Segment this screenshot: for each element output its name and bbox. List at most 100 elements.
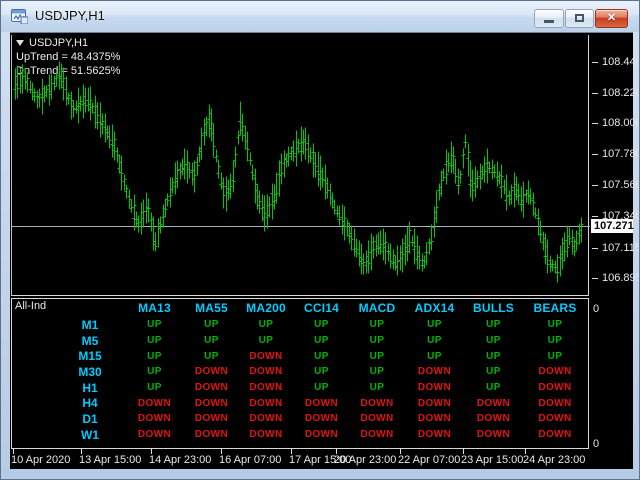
minimize-button[interactable] — [534, 9, 564, 28]
price-chart-pane[interactable]: USDJPY,H1 UpTrend = 48.4375% DnTrend = 5… — [11, 35, 590, 296]
time-scale[interactable]: 10 Apr 2020 13 Apr 15:00 14 Apr 23:00 16 Ap… — [10, 448, 633, 470]
indicator-column-header: CCI14 — [303, 301, 339, 315]
indicator-signal-cell: DOWN — [476, 429, 511, 441]
indicator-signal-cell: UP — [258, 319, 274, 331]
indicator-signal-cell: UP — [204, 350, 219, 362]
indicator-signal-cell: UP — [427, 335, 442, 347]
timeframe-label: M30 — [78, 364, 102, 379]
close-button[interactable]: ✕ — [595, 9, 628, 28]
indicator-signal-cell: UP — [369, 350, 385, 362]
indicator-signal-cell: DOWN — [194, 366, 229, 378]
indicator-signal-cell: UP — [147, 335, 162, 347]
time-axis-label: 16 Apr 07:00 — [219, 454, 282, 466]
current-price-label: 107.271 — [591, 219, 634, 233]
indicator-signal-cell: UP — [369, 335, 385, 347]
indicator-name-label: All-Ind — [15, 300, 47, 312]
price-bars-svg — [13, 61, 584, 283]
time-axis-label: 23 Apr 15:00 — [461, 454, 524, 466]
indicator-signal-cell: UP — [314, 366, 329, 378]
indicator-signal-cell: DOWN — [538, 429, 572, 441]
price-axis-tick — [592, 248, 598, 249]
indicator-signal-cell: DOWN — [417, 382, 452, 394]
indicator-column-header: MA13 — [138, 301, 171, 315]
titlebar[interactable]: USDJPY,H1 ✕ — [1, 1, 639, 32]
price-scale[interactable]: 108.440 108.220 108.000 107.780 107.560 107.3… — [590, 33, 639, 452]
indicator-signal-cell: DOWN — [249, 382, 283, 394]
price-axis-label: 108.000 — [602, 117, 640, 129]
indicator-table: MA13 MA55 MA200 CCI14 MACD ADX14 BULLS BEARS M1 U… — [12, 299, 588, 448]
price-axis-tick — [592, 216, 598, 217]
indicator-signal-cell: UP — [369, 366, 385, 378]
indicator-signal-cell: DOWN — [249, 429, 283, 441]
indicator-signal-cell: DOWN — [137, 397, 172, 409]
window-title: USDJPY,H1 — [35, 8, 105, 23]
indicator-column-header: MA200 — [246, 301, 286, 315]
indicator-signal-cell: DOWN — [249, 350, 283, 362]
price-axis-tick — [592, 185, 598, 186]
indicator-signal-cell: UP — [314, 335, 329, 347]
indicator-signal-cell: DOWN — [249, 366, 283, 378]
indicator-signal-cell: DOWN — [476, 397, 511, 409]
price-axis-tick — [592, 123, 598, 124]
indicator-signal-cell: DOWN — [538, 413, 572, 425]
time-axis-label: 14 Apr 23:00 — [149, 454, 212, 466]
indicator-signal-cell: UP — [547, 319, 563, 331]
indicator-column-header: BULLS — [473, 301, 514, 315]
indicator-pane[interactable]: All-Ind MA13 MA55 MA200 CCI14 MACD ADX14 BULLS… — [11, 298, 589, 449]
indicator-level-label: 0 — [593, 438, 600, 450]
indicator-column-header: BEARS — [533, 301, 577, 315]
indicator-signal-cell: DOWN — [137, 413, 172, 425]
indicator-signal-cell: UP — [258, 335, 274, 347]
indicator-signal-cell: DOWN — [417, 429, 452, 441]
indicator-signal-cell: DOWN — [137, 429, 172, 441]
indicator-signal-cell: DOWN — [249, 413, 283, 425]
indicator-signal-cell: UP — [369, 319, 385, 331]
indicator-signal-cell: UP — [427, 350, 442, 362]
timeframe-label: H1 — [82, 380, 98, 395]
price-axis-tick — [592, 62, 598, 63]
indicator-signal-cell: DOWN — [194, 429, 229, 441]
chart-client-area: USDJPY,H1 UpTrend = 48.4375% DnTrend = 5… — [10, 32, 639, 470]
indicator-signal-cell: DOWN — [304, 413, 339, 425]
indicator-signal-cell: DOWN — [476, 413, 511, 425]
indicator-column-header: MA55 — [195, 301, 228, 315]
indicator-signal-cell: UP — [147, 350, 162, 362]
price-axis-label: 106.895 — [602, 272, 640, 284]
indicator-signal-cell: DOWN — [304, 397, 339, 409]
indicator-signal-cell: DOWN — [360, 429, 394, 441]
timeframe-label: M5 — [81, 333, 99, 348]
price-axis-label: 107.560 — [602, 179, 640, 191]
price-axis-tick — [592, 154, 598, 155]
chart-window: USDJPY,H1 ✕ USDJPY,H1 UpTrend = 48.4375%… — [0, 0, 640, 480]
timeframe-label: H4 — [82, 396, 98, 411]
indicator-signal-cell: DOWN — [417, 413, 452, 425]
indicator-column-header: MACD — [358, 301, 396, 315]
indicator-signal-cell: UP — [204, 319, 219, 331]
indicator-signal-cell: UP — [369, 382, 385, 394]
restore-button[interactable] — [565, 9, 594, 28]
indicator-signal-cell: UP — [314, 319, 329, 331]
minimize-icon — [544, 20, 554, 23]
indicator-signal-cell: UP — [314, 350, 329, 362]
indicator-signal-cell: UP — [486, 350, 501, 362]
indicator-signal-cell: UP — [547, 335, 563, 347]
price-axis-tick — [592, 278, 598, 279]
indicator-signal-cell: UP — [147, 366, 162, 378]
indicator-signal-cell: UP — [147, 382, 162, 394]
indicator-signal-cell: UP — [486, 319, 501, 331]
timeframe-label: M1 — [81, 317, 99, 332]
indicator-signal-cell: UP — [486, 382, 501, 394]
indicator-signal-cell: UP — [486, 335, 501, 347]
indicator-signal-cell: DOWN — [194, 413, 229, 425]
time-axis-label: 10 Apr 2020 — [11, 454, 71, 466]
indicator-signal-cell: DOWN — [538, 382, 572, 394]
price-axis-label: 108.440 — [602, 56, 640, 68]
chart-window-icon — [11, 9, 29, 25]
indicator-signal-cell: DOWN — [249, 397, 283, 409]
indicator-signal-cell: DOWN — [304, 429, 339, 441]
price-axis-label: 107.115 — [602, 242, 640, 254]
price-axis-label: 108.220 — [602, 87, 640, 99]
indicator-signal-cell: UP — [147, 319, 162, 331]
indicator-signal-cell: DOWN — [538, 366, 572, 378]
time-axis-label: 20 Apr 23:00 — [334, 454, 397, 466]
